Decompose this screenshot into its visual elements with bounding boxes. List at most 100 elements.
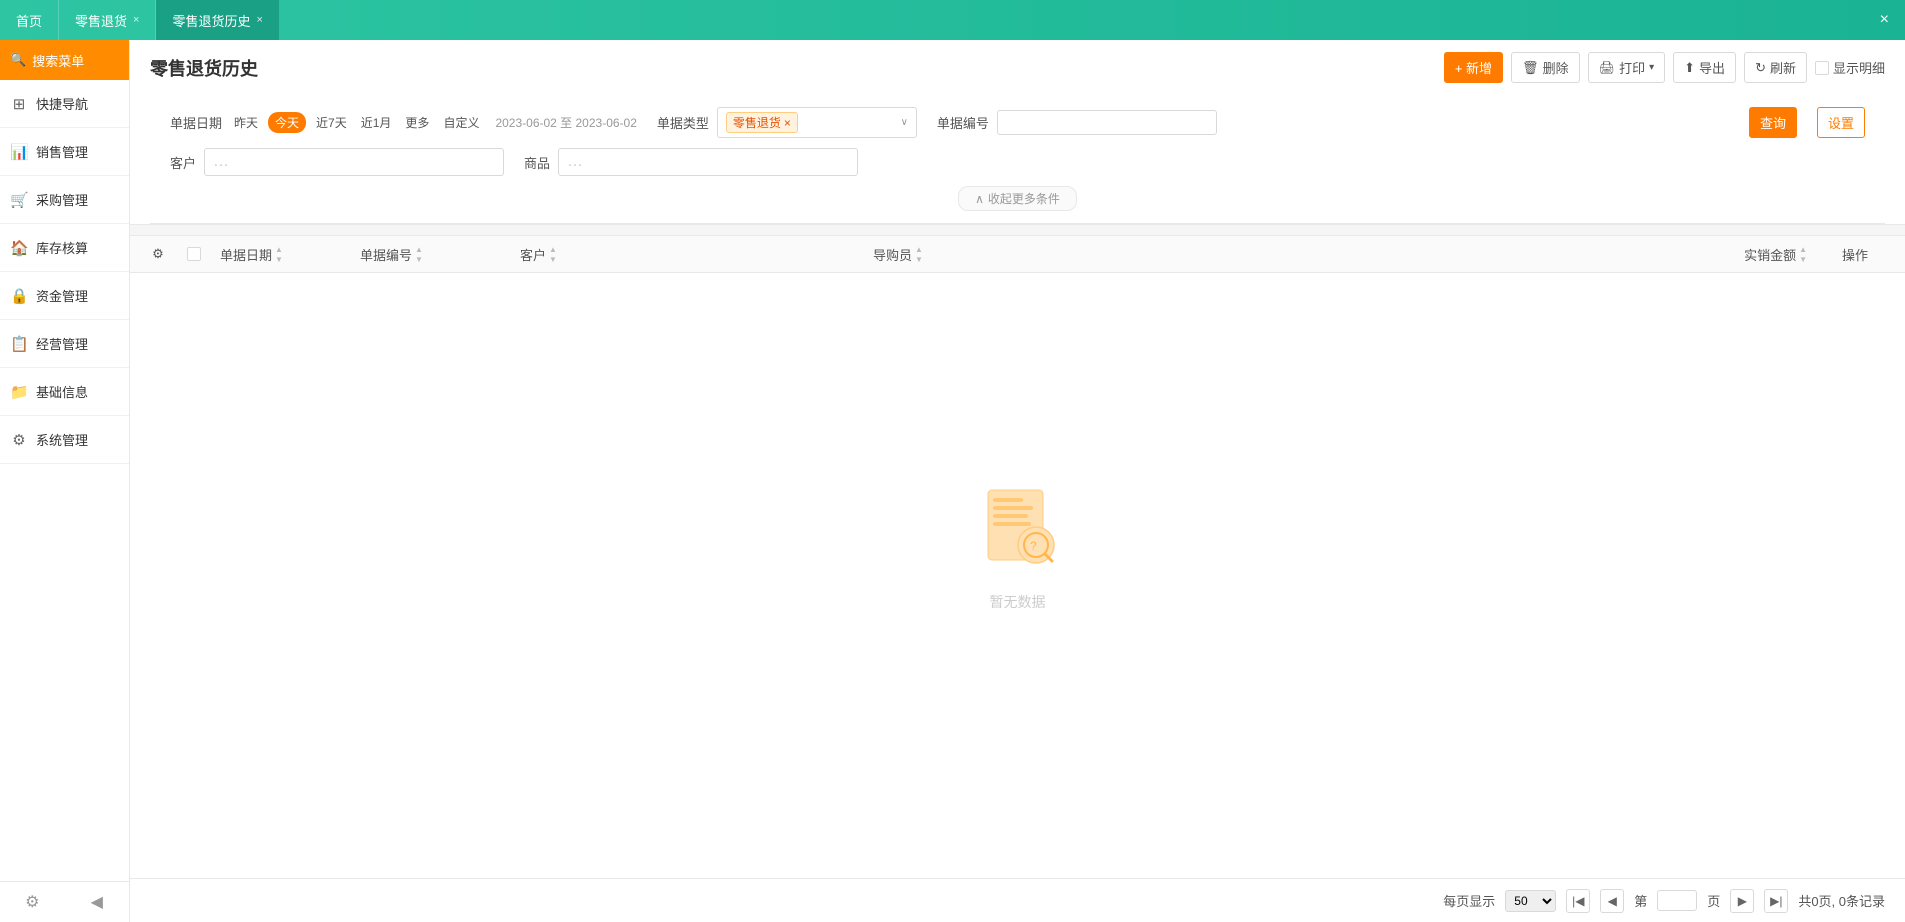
th-guide[interactable]: 导购员 ▲▼ (865, 245, 1005, 264)
page-title: 零售退货历史 (150, 55, 258, 81)
goods-select[interactable]: … (558, 148, 858, 176)
tab-retail-return[interactable]: 零售退货 × (59, 0, 156, 40)
nav-tabs: 首页 零售退货 × 零售退货历史 × (0, 0, 1864, 40)
settings-button[interactable]: 设置 (1817, 107, 1865, 138)
date-yesterday[interactable]: 昨天 (230, 112, 262, 133)
bill-no-filter: 单据编号 (937, 110, 1217, 135)
bill-type-tag-close[interactable]: × (784, 116, 791, 130)
filter-row-1: 单据日期 昨天 今天 近7天 近1月 更多 自定义 2023-06-02 至 2… (170, 107, 1865, 138)
customer-filter: 客户 … (170, 148, 504, 176)
goods-dots: … (567, 153, 583, 171)
date-more[interactable]: 更多 (401, 112, 433, 133)
settings-col-icon: ⚙ (152, 246, 164, 262)
th-date[interactable]: 单据日期 ▲▼ (212, 245, 352, 264)
sidebar-item-basic-info[interactable]: 📁 基础信息 (0, 368, 129, 416)
sidebar-bottom: ⚙ ◀ (0, 881, 129, 922)
sidebar-item-system[interactable]: ⚙ 系统管理 (0, 416, 129, 464)
tab-retail-return-history[interactable]: 零售退货历史 × (156, 0, 279, 40)
bill-type-select[interactable]: 零售退货 × ∨ (717, 107, 917, 138)
page-title-row: 零售退货历史 + 新增 🗑 删除 🖨 打印 ▾ ⬆ 导出 (150, 52, 1885, 83)
close-window-button[interactable]: × (1864, 11, 1905, 29)
filter-row-2: 客户 … 商品 … (170, 148, 1865, 176)
add-button[interactable]: + 新增 (1444, 52, 1503, 83)
th-checkbox[interactable] (176, 247, 212, 261)
export-button[interactable]: ⬆ 导出 (1673, 52, 1736, 83)
guide-sort-icon: ▲▼ (915, 245, 923, 264)
th-action: 操作 (1815, 245, 1895, 264)
sidebar-item-finance[interactable]: 🔒 资金管理 (0, 272, 129, 320)
display-mingxi-toggle[interactable]: 显示明细 (1815, 58, 1885, 77)
purchase-icon: 🛒 (10, 191, 28, 209)
date-range-display: 2023-06-02 至 2023-06-02 (495, 114, 636, 131)
last-page-button[interactable]: ▶| (1764, 889, 1788, 913)
close-tab-retail-return[interactable]: × (133, 14, 139, 26)
system-icon: ⚙ (10, 431, 28, 449)
refresh-button[interactable]: ↻ 刷新 (1744, 52, 1807, 83)
finance-icon: 🔒 (10, 287, 28, 305)
customer-select[interactable]: … (204, 148, 504, 176)
bill-no-input[interactable] (997, 110, 1217, 135)
first-page-button[interactable]: |◀ (1566, 889, 1590, 913)
tab-home[interactable]: 首页 (0, 0, 59, 40)
th-billno[interactable]: 单据编号 ▲▼ (352, 245, 512, 264)
top-nav: 首页 零售退货 × 零售退货历史 × × (0, 0, 1905, 40)
export-icon: ⬆ (1684, 60, 1695, 76)
table-container: ⚙ 单据日期 ▲▼ 单据编号 ▲▼ 客户 ▲▼ 导购员 (130, 235, 1905, 922)
refresh-icon: ↻ (1755, 60, 1766, 76)
sidebar-item-quick-nav[interactable]: ⊞ 快捷导航 (0, 80, 129, 128)
page-header: 零售退货历史 + 新增 🗑 删除 🖨 打印 ▾ ⬆ 导出 (130, 40, 1905, 225)
sales-icon: 📊 (10, 143, 28, 161)
sidebar-item-sales[interactable]: 📊 销售管理 (0, 128, 129, 176)
prev-page-button[interactable]: ◀ (1600, 889, 1624, 913)
quick-nav-icon: ⊞ (10, 95, 28, 113)
date-1month[interactable]: 近1月 (357, 112, 396, 133)
sidebar-item-management[interactable]: 📋 经营管理 (0, 320, 129, 368)
sidebar-search[interactable]: 🔍 搜索菜单 (0, 40, 129, 80)
date-today[interactable]: 今天 (268, 112, 306, 133)
th-customer[interactable]: 客户 ▲▼ (512, 245, 865, 264)
basic-info-icon: 📁 (10, 383, 28, 401)
empty-state: ? 暂无数据 (130, 273, 1905, 878)
inventory-icon: 🏠 (10, 239, 28, 257)
date-custom[interactable]: 自定义 (439, 112, 483, 133)
empty-illustration: ? (968, 480, 1068, 580)
amount-sort-icon: ▲▼ (1799, 245, 1807, 264)
select-all-checkbox[interactable] (187, 247, 201, 261)
collapse-icon: ∧ (975, 192, 984, 206)
collapse-sidebar-button[interactable]: ◀ (65, 882, 130, 922)
sidebar-item-purchase[interactable]: 🛒 采购管理 (0, 176, 129, 224)
page-input[interactable]: 1 (1657, 890, 1697, 911)
date-filter: 单据日期 昨天 今天 近7天 近1月 更多 自定义 2023-06-02 至 2… (170, 112, 637, 133)
filter-area: 单据日期 昨天 今天 近7天 近1月 更多 自定义 2023-06-02 至 2… (150, 95, 1885, 224)
svg-text:?: ? (1030, 539, 1037, 553)
date-7days[interactable]: 近7天 (312, 112, 351, 133)
print-icon: 🖨 (1599, 60, 1616, 76)
close-tab-retail-return-history[interactable]: × (256, 14, 262, 26)
collapse-bar: ∧ 收起更多条件 (170, 186, 1865, 211)
settings-bottom-button[interactable]: ⚙ (0, 882, 65, 922)
print-dropdown-icon: ▾ (1649, 62, 1654, 73)
management-icon: 📋 (10, 335, 28, 353)
table-header: ⚙ 单据日期 ▲▼ 单据编号 ▲▼ 客户 ▲▼ 导购员 (130, 235, 1905, 273)
collapse-button[interactable]: ∧ 收起更多条件 (958, 186, 1077, 211)
main-layout: 🔍 搜索菜单 ⊞ 快捷导航 📊 销售管理 🛒 采购管理 🏠 库存核算 🔒 资金管… (0, 40, 1905, 922)
delete-icon: 🗑 (1522, 60, 1539, 76)
sidebar: 🔍 搜索菜单 ⊞ 快捷导航 📊 销售管理 🛒 采购管理 🏠 库存核算 🔒 资金管… (0, 40, 130, 922)
th-amount[interactable]: 实销金额 ▲▼ (1695, 245, 1815, 264)
bill-type-tag: 零售退货 × (726, 112, 798, 133)
print-button[interactable]: 🖨 打印 ▾ (1588, 52, 1666, 83)
customer-dots: … (213, 153, 229, 171)
content-area: 零售退货历史 + 新增 🗑 删除 🖨 打印 ▾ ⬆ 导出 (130, 40, 1905, 922)
bill-type-filter: 单据类型 零售退货 × ∨ (657, 107, 917, 138)
bill-type-arrow: ∨ (901, 117, 908, 128)
goods-filter: 商品 … (524, 148, 858, 176)
customer-sort-icon: ▲▼ (549, 245, 557, 264)
pagination: 每页显示 10 20 50 100 |◀ ◀ 第 1 页 ▶ ▶| 共0页, 0… (130, 878, 1905, 922)
per-page-select[interactable]: 10 20 50 100 (1505, 890, 1556, 912)
sidebar-item-inventory[interactable]: 🏠 库存核算 (0, 224, 129, 272)
delete-button[interactable]: 🗑 删除 (1511, 52, 1580, 83)
next-page-button[interactable]: ▶ (1730, 889, 1754, 913)
th-settings[interactable]: ⚙ (140, 246, 176, 262)
display-mingxi-checkbox[interactable] (1815, 61, 1829, 75)
query-button[interactable]: 查询 (1749, 107, 1797, 138)
